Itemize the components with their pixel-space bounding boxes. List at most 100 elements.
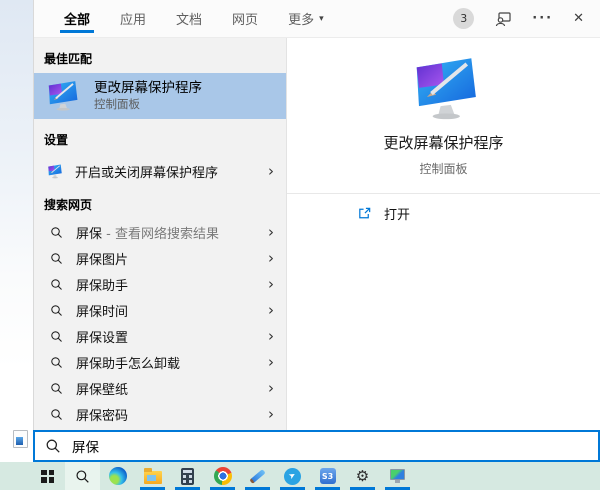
- suggestion-text: 屏保时间: [76, 301, 128, 320]
- chrome-browser-icon: [214, 467, 232, 485]
- taskbar-chrome[interactable]: [205, 462, 240, 490]
- preview-divider: [287, 193, 600, 194]
- screensaver-large-icon: [404, 56, 484, 122]
- monitor-app-icon: [390, 469, 405, 480]
- chevron-right-icon: ›: [268, 277, 274, 292]
- chevron-right-icon: ›: [268, 303, 274, 318]
- tab-apps-label: 应用: [120, 9, 146, 28]
- best-match-result[interactable]: 更改屏幕保护程序 控制面板: [34, 73, 286, 119]
- taskbar-messenger[interactable]: ➤: [275, 462, 310, 490]
- chevron-right-icon: ›: [268, 355, 274, 370]
- paper-plane-icon: ➤: [284, 468, 301, 485]
- search-icon: [50, 330, 63, 343]
- tab-more-label: 更多: [288, 9, 314, 28]
- chevron-right-icon: ›: [268, 381, 274, 396]
- feedback-icon[interactable]: [494, 11, 512, 27]
- best-match-title: 更改屏幕保护程序: [94, 80, 202, 97]
- search-suggestion[interactable]: 屏保助手怎么卸载 ›: [34, 349, 286, 375]
- calculator-icon: [181, 468, 194, 485]
- notification-badge[interactable]: 3: [453, 8, 474, 29]
- taskbar-s3-app[interactable]: S3: [310, 462, 345, 490]
- best-match-text: 更改屏幕保护程序 控制面板: [94, 80, 202, 111]
- tab-all[interactable]: 全部: [64, 0, 90, 37]
- screensaver-settings-icon: [46, 164, 63, 179]
- section-settings: 设置: [34, 127, 286, 154]
- results-list: 最佳匹配 更改屏幕保护程序 控制面板 设置 开启或关闭屏幕保护程序 › 搜索网页…: [34, 38, 286, 430]
- suggestion-text: 屏保 - 查看网络搜索结果: [76, 223, 219, 242]
- search-icon: [50, 304, 63, 317]
- taskbar-remote-desktop[interactable]: [380, 462, 415, 490]
- windows-logo-icon: [41, 470, 54, 483]
- suggestion-text: 屏保助手: [76, 275, 128, 294]
- open-action-label: 打开: [384, 204, 410, 223]
- taskbar-settings[interactable]: ⚙: [345, 462, 380, 490]
- suggestion-text: 屏保助手怎么卸载: [76, 353, 180, 372]
- taskbar-calculator[interactable]: [170, 462, 205, 490]
- tab-documents-label: 文档: [176, 9, 202, 28]
- settings-result-label: 开启或关闭屏幕保护程序: [75, 162, 218, 181]
- search-icon: [50, 408, 63, 421]
- search-input[interactable]: [72, 438, 588, 454]
- taskbar-search-button[interactable]: [65, 462, 100, 490]
- chevron-right-icon: ›: [268, 164, 274, 179]
- search-icon: [50, 382, 63, 395]
- filter-tabs: 全部 应用 文档 网页 更多 ▾: [64, 0, 324, 37]
- search-suggestion[interactable]: 屏保图片 ›: [34, 245, 286, 271]
- pen-icon: [249, 469, 265, 484]
- suggestion-text: 屏保壁纸: [76, 379, 128, 398]
- desktop-background: [0, 0, 33, 462]
- search-suggestion[interactable]: 屏保时间 ›: [34, 297, 286, 323]
- search-icon: [75, 469, 90, 484]
- search-flyout: 全部 应用 文档 网页 更多 ▾ 3 ··· ✕: [33, 0, 600, 430]
- search-suggestion[interactable]: 屏保助手 ›: [34, 271, 286, 297]
- tab-web-label: 网页: [232, 9, 258, 28]
- search-suggestion[interactable]: 屏保壁纸 ›: [34, 375, 286, 401]
- settings-result[interactable]: 开启或关闭屏幕保护程序 ›: [34, 156, 286, 186]
- suggestion-text: 屏保图片: [76, 249, 128, 268]
- tab-web[interactable]: 网页: [232, 0, 258, 37]
- search-icon: [50, 356, 63, 369]
- search-suggestion[interactable]: 屏保 - 查看网络搜索结果 ›: [34, 219, 286, 245]
- tab-documents[interactable]: 文档: [176, 0, 202, 37]
- file-explorer-icon: [144, 471, 162, 484]
- preview-title: 更改屏幕保护程序: [383, 132, 503, 153]
- suggestion-text: 屏保密码: [76, 405, 128, 424]
- search-header: 全部 应用 文档 网页 更多 ▾ 3 ··· ✕: [34, 0, 600, 38]
- chevron-down-icon: ▾: [319, 14, 324, 24]
- search-suggestion[interactable]: 屏保密码 ›: [34, 401, 286, 427]
- taskbar-edge[interactable]: [100, 462, 135, 490]
- taskbar: ➤ S3 ⚙: [0, 462, 600, 490]
- edge-browser-icon: [109, 467, 127, 485]
- section-web: 搜索网页: [34, 192, 286, 219]
- start-button[interactable]: [30, 462, 65, 490]
- search-icon: [45, 438, 61, 454]
- search-bar: [33, 430, 600, 462]
- suggestion-text: 屏保设置: [76, 327, 128, 346]
- taskbar-file-explorer[interactable]: [135, 462, 170, 490]
- section-best-match: 最佳匹配: [34, 46, 286, 73]
- chevron-right-icon: ›: [268, 329, 274, 344]
- tab-apps[interactable]: 应用: [120, 0, 146, 37]
- search-suggestion[interactable]: 屏保设置 ›: [34, 323, 286, 349]
- header-actions: 3 ··· ✕: [453, 8, 584, 29]
- desktop-document-icon[interactable]: [13, 430, 28, 448]
- preview-content: 更改屏幕保护程序 控制面板 打开: [287, 38, 600, 228]
- chevron-right-icon: ›: [268, 225, 274, 240]
- close-icon[interactable]: ✕: [573, 11, 584, 26]
- results-area: 最佳匹配 更改屏幕保护程序 控制面板 设置 开启或关闭屏幕保护程序 › 搜索网页…: [34, 38, 600, 430]
- tab-all-label: 全部: [64, 9, 90, 28]
- screensaver-icon: [44, 80, 80, 112]
- best-match-subtitle: 控制面板: [94, 97, 202, 111]
- chevron-right-icon: ›: [268, 407, 274, 422]
- chevron-right-icon: ›: [268, 251, 274, 266]
- preview-subtitle: 控制面板: [419, 160, 467, 177]
- document-content-icon: [16, 437, 23, 445]
- search-icon: [50, 252, 63, 265]
- more-options-icon[interactable]: ···: [532, 11, 553, 26]
- tab-more[interactable]: 更多 ▾: [288, 0, 324, 37]
- open-action[interactable]: 打开: [287, 198, 600, 228]
- open-icon: [357, 206, 372, 221]
- search-icon: [50, 278, 63, 291]
- taskbar-pen-tool[interactable]: [240, 462, 275, 490]
- gear-icon: ⚙: [356, 469, 369, 484]
